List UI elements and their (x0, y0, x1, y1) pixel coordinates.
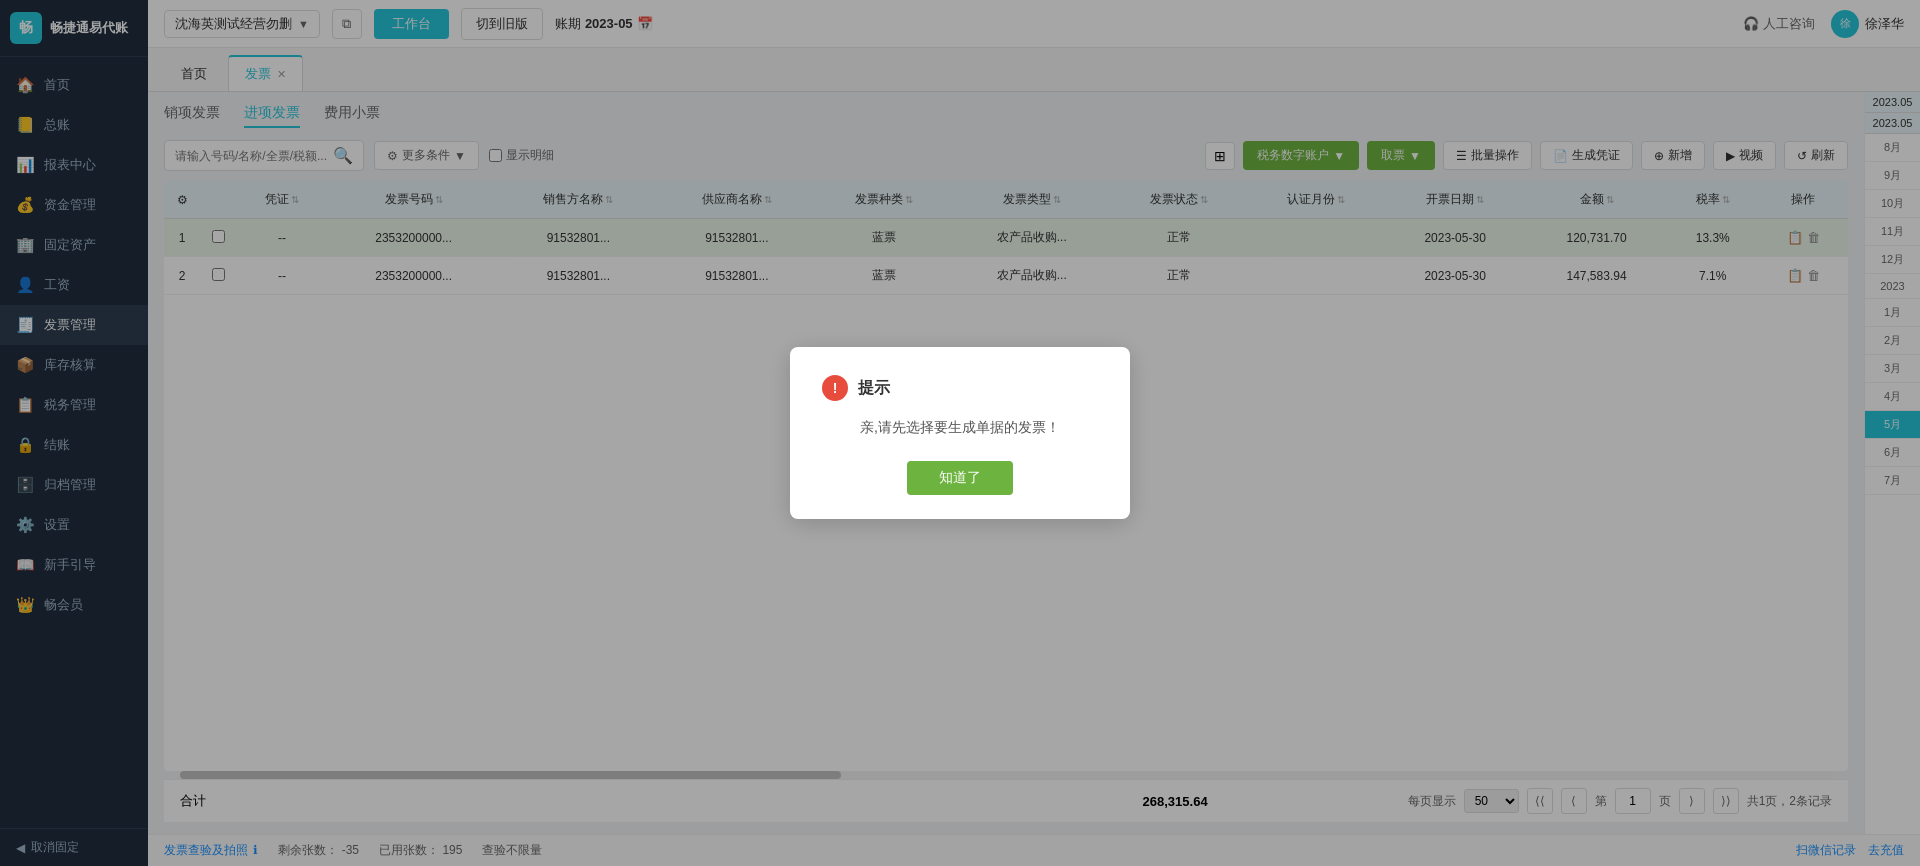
modal-dialog: ! 提示 亲,请先选择要生成单据的发票！ 知道了 (790, 347, 1130, 519)
modal-overlay[interactable]: ! 提示 亲,请先选择要生成单据的发票！ 知道了 (0, 0, 1920, 866)
modal-title-row: ! 提示 (822, 375, 1098, 401)
modal-ok-button[interactable]: 知道了 (907, 461, 1013, 495)
modal-message: 亲,请先选择要生成单据的发票！ (822, 419, 1098, 437)
modal-footer: 知道了 (822, 461, 1098, 495)
warning-icon: ! (822, 375, 848, 401)
modal-title: 提示 (858, 378, 890, 399)
